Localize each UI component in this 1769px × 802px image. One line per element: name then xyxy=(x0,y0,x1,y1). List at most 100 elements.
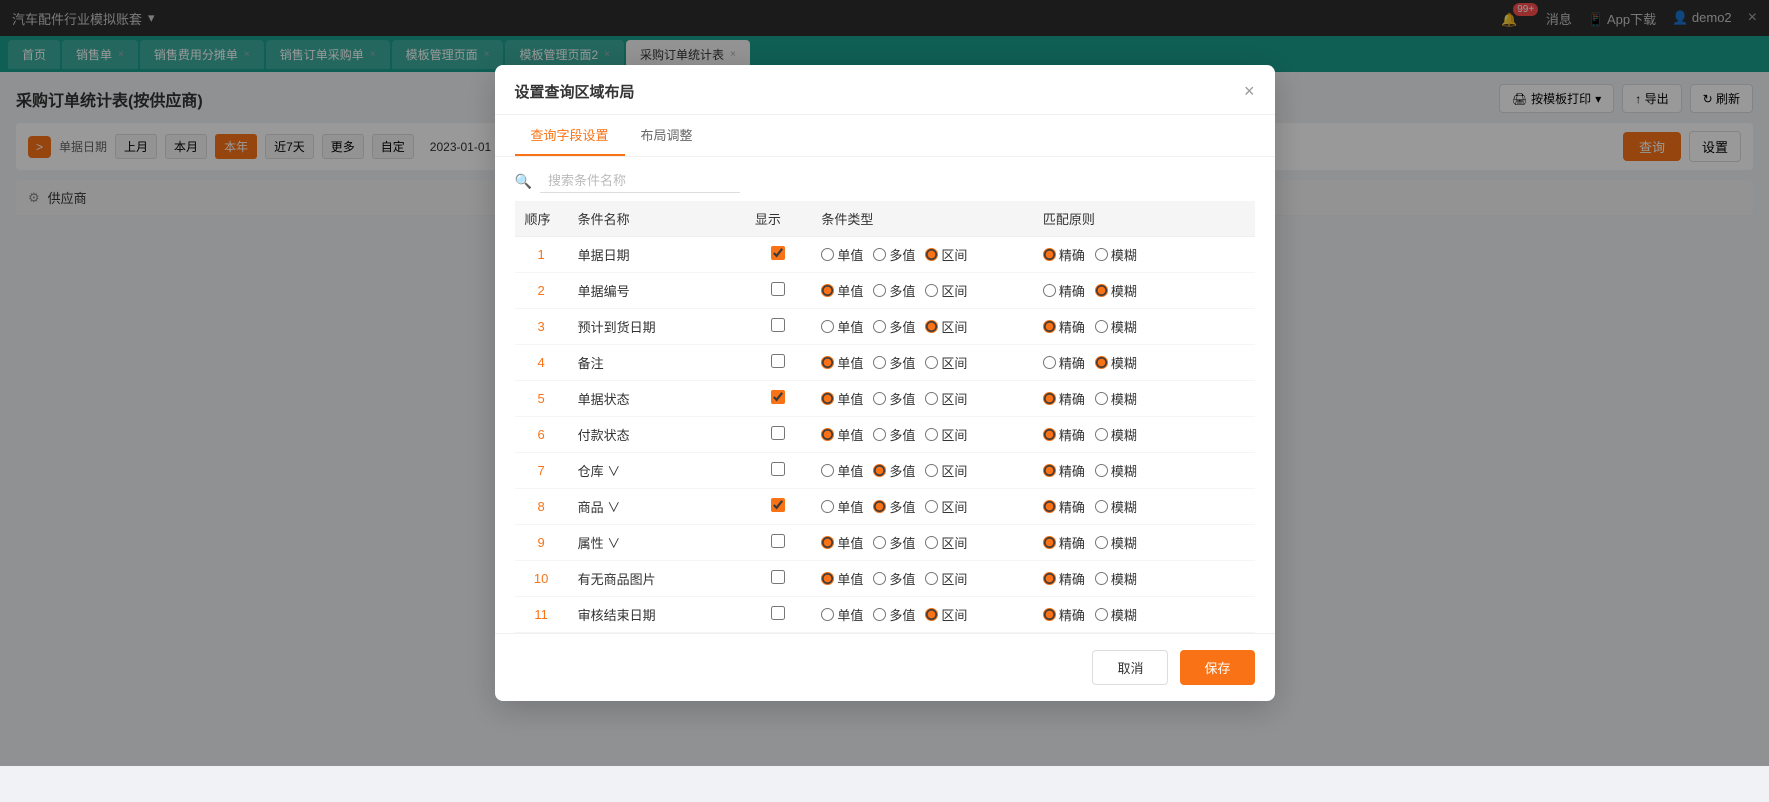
match-radio-精确[interactable]: 精确 xyxy=(1043,569,1085,588)
type-radio-单值[interactable]: 单值 xyxy=(821,461,863,480)
display-checkbox-label[interactable] xyxy=(771,284,785,299)
match-radio-精确[interactable]: 精确 xyxy=(1043,245,1085,264)
display-checkbox[interactable] xyxy=(771,390,785,404)
type-radio-多值[interactable]: 多值 xyxy=(873,461,915,480)
match-radio-模糊[interactable]: 模糊 xyxy=(1095,605,1137,624)
search-input[interactable] xyxy=(540,169,740,193)
row-display-cell[interactable] xyxy=(745,597,811,633)
type-radio-区间[interactable]: 区间 xyxy=(925,533,967,552)
type-radio-区间[interactable]: 区间 xyxy=(925,461,967,480)
match-radio-精确[interactable]: 精确 xyxy=(1043,353,1085,372)
row-type-cell: 单值多值区间 xyxy=(811,561,1033,597)
modal-table-wrap: 顺序 条件名称 显示 条件类型 匹配原则 1单据日期单值多值区间精确模糊2单据编… xyxy=(495,201,1275,633)
row-condition-name: 审核结束日期 xyxy=(568,597,745,633)
type-radio-区间[interactable]: 区间 xyxy=(925,245,967,264)
match-radio-模糊[interactable]: 模糊 xyxy=(1095,497,1137,516)
type-radio-区间[interactable]: 区间 xyxy=(925,497,967,516)
type-radio-单值[interactable]: 单值 xyxy=(821,425,863,444)
match-radio-模糊[interactable]: 模糊 xyxy=(1095,245,1137,264)
display-checkbox-label[interactable] xyxy=(771,608,785,623)
display-checkbox[interactable] xyxy=(771,498,785,512)
type-radio-区间[interactable]: 区间 xyxy=(925,569,967,588)
match-radio-精确[interactable]: 精确 xyxy=(1043,461,1085,480)
type-radio-单值[interactable]: 单值 xyxy=(821,245,863,264)
type-radio-多值[interactable]: 多值 xyxy=(873,425,915,444)
type-radio-多值[interactable]: 多值 xyxy=(873,353,915,372)
type-radio-区间[interactable]: 区间 xyxy=(925,389,967,408)
type-radio-区间[interactable]: 区间 xyxy=(925,317,967,336)
match-radio-模糊[interactable]: 模糊 xyxy=(1095,569,1137,588)
modal-close-button[interactable]: × xyxy=(1244,81,1255,102)
match-radio-精确[interactable]: 精确 xyxy=(1043,533,1085,552)
match-radio-模糊[interactable]: 模糊 xyxy=(1095,317,1137,336)
display-checkbox-label[interactable] xyxy=(771,248,785,263)
display-checkbox[interactable] xyxy=(771,570,785,584)
display-checkbox[interactable] xyxy=(771,426,785,440)
match-radio-精确[interactable]: 精确 xyxy=(1043,281,1085,300)
display-checkbox-label[interactable] xyxy=(771,464,785,479)
row-display-cell[interactable] xyxy=(745,309,811,345)
row-match-cell: 精确模糊 xyxy=(1033,381,1255,417)
type-radio-多值[interactable]: 多值 xyxy=(873,389,915,408)
display-checkbox[interactable] xyxy=(771,606,785,620)
display-checkbox[interactable] xyxy=(771,534,785,548)
display-checkbox[interactable] xyxy=(771,462,785,476)
match-radio-精确[interactable]: 精确 xyxy=(1043,425,1085,444)
display-checkbox[interactable] xyxy=(771,246,785,260)
display-checkbox-label[interactable] xyxy=(771,392,785,407)
row-display-cell[interactable] xyxy=(745,453,811,489)
match-radio-模糊[interactable]: 模糊 xyxy=(1095,425,1137,444)
match-radio-精确[interactable]: 精确 xyxy=(1043,317,1085,336)
type-radio-多值[interactable]: 多值 xyxy=(873,569,915,588)
match-radio-模糊[interactable]: 模糊 xyxy=(1095,389,1137,408)
type-radio-多值[interactable]: 多值 xyxy=(873,281,915,300)
match-radio-精确[interactable]: 精确 xyxy=(1043,497,1085,516)
display-checkbox-label[interactable] xyxy=(771,356,785,371)
type-radio-单值[interactable]: 单值 xyxy=(821,389,863,408)
type-radio-单值[interactable]: 单值 xyxy=(821,317,863,336)
display-checkbox-label[interactable] xyxy=(771,536,785,551)
display-checkbox-label[interactable] xyxy=(771,572,785,587)
type-radio-单值[interactable]: 单值 xyxy=(821,281,863,300)
type-radio-多值[interactable]: 多值 xyxy=(873,605,915,624)
type-radio-单值[interactable]: 单值 xyxy=(821,569,863,588)
cancel-button[interactable]: 取消 xyxy=(1092,650,1168,685)
modal-tab-query-fields[interactable]: 查询字段设置 xyxy=(515,115,625,156)
type-radio-区间[interactable]: 区间 xyxy=(925,353,967,372)
display-checkbox[interactable] xyxy=(771,318,785,332)
type-radio-多值[interactable]: 多值 xyxy=(873,533,915,552)
save-button[interactable]: 保存 xyxy=(1180,650,1254,685)
type-radio-单值[interactable]: 单值 xyxy=(821,497,863,516)
row-display-cell[interactable] xyxy=(745,345,811,381)
type-radio-多值[interactable]: 多值 xyxy=(873,245,915,264)
match-radio-模糊[interactable]: 模糊 xyxy=(1095,281,1137,300)
type-radio-单值[interactable]: 单值 xyxy=(821,533,863,552)
match-radio-模糊[interactable]: 模糊 xyxy=(1095,533,1137,552)
row-match-cell: 精确模糊 xyxy=(1033,273,1255,309)
row-display-cell[interactable] xyxy=(745,525,811,561)
display-checkbox[interactable] xyxy=(771,282,785,296)
display-checkbox[interactable] xyxy=(771,354,785,368)
display-checkbox-label[interactable] xyxy=(771,428,785,443)
match-radio-模糊[interactable]: 模糊 xyxy=(1095,461,1137,480)
row-display-cell[interactable] xyxy=(745,381,811,417)
modal-tab-layout[interactable]: 布局调整 xyxy=(625,115,709,156)
type-radio-区间[interactable]: 区间 xyxy=(925,605,967,624)
type-radio-单值[interactable]: 单值 xyxy=(821,353,863,372)
modal-title: 设置查询区域布局 xyxy=(515,81,635,102)
display-checkbox-label[interactable] xyxy=(771,320,785,335)
match-radio-精确[interactable]: 精确 xyxy=(1043,389,1085,408)
row-display-cell[interactable] xyxy=(745,417,811,453)
type-radio-单值[interactable]: 单值 xyxy=(821,605,863,624)
match-radio-精确[interactable]: 精确 xyxy=(1043,605,1085,624)
type-radio-多值[interactable]: 多值 xyxy=(873,317,915,336)
row-display-cell[interactable] xyxy=(745,237,811,273)
row-display-cell[interactable] xyxy=(745,273,811,309)
type-radio-多值[interactable]: 多值 xyxy=(873,497,915,516)
row-display-cell[interactable] xyxy=(745,561,811,597)
match-radio-模糊[interactable]: 模糊 xyxy=(1095,353,1137,372)
display-checkbox-label[interactable] xyxy=(771,500,785,515)
type-radio-区间[interactable]: 区间 xyxy=(925,425,967,444)
type-radio-区间[interactable]: 区间 xyxy=(925,281,967,300)
row-display-cell[interactable] xyxy=(745,489,811,525)
